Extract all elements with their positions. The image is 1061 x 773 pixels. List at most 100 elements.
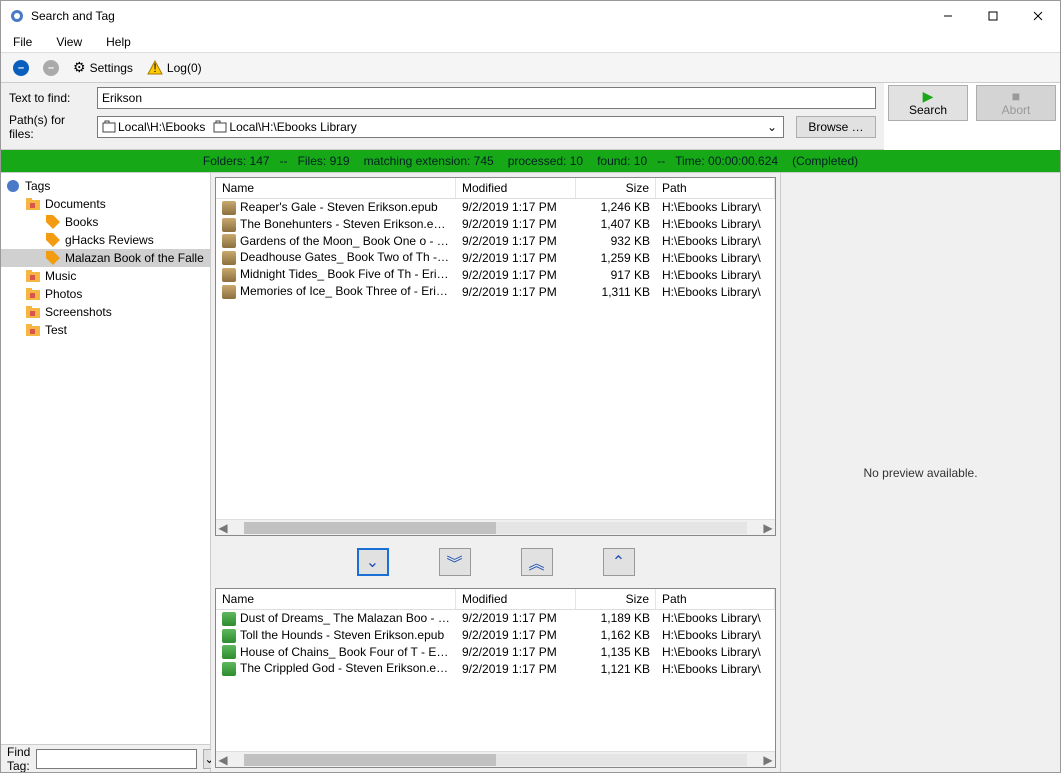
status-completed: (Completed) — [788, 154, 862, 168]
table-row[interactable]: Memories of Ice_ Book Three of - Erikson… — [216, 283, 775, 300]
move-down-button[interactable]: ⌄ — [357, 548, 389, 576]
table-row[interactable]: Dust of Dreams_ The Malazan Boo - Steven… — [216, 610, 775, 627]
maximize-button[interactable] — [970, 1, 1015, 31]
file-icon — [222, 201, 236, 215]
minimize-button[interactable] — [925, 1, 970, 31]
folder-icon — [25, 322, 41, 338]
tree-item-label: Documents — [45, 197, 106, 211]
table-row[interactable]: House of Chains_ Book Four of T - Erikso… — [216, 644, 775, 661]
status-files: Files: 919 — [294, 154, 354, 168]
search-area: Text to find: Path(s) for files: Local\H… — [1, 83, 1060, 150]
tree-item[interactable]: Test — [1, 321, 210, 339]
text-to-find-input[interactable] — [97, 87, 876, 109]
folder-icon — [25, 196, 41, 212]
paths-label: Path(s) for files: — [9, 113, 89, 141]
tag-tree: Tags Documents BooksgHacks Reviews Malazan… — [1, 173, 210, 744]
move-up-button[interactable]: ⌃ — [603, 548, 635, 576]
tree-root-tags[interactable]: Tags — [1, 177, 210, 195]
table-row[interactable]: The Bonehunters - Steven Erikson.epub9/2… — [216, 216, 775, 233]
table-row[interactable]: Deadhouse Gates_ Book Two of Th - Erikso… — [216, 249, 775, 266]
h-scrollbar-top[interactable]: ◀ ▶ — [216, 519, 775, 535]
path-icon — [102, 120, 116, 134]
col-header-modified-b[interactable]: Modified — [456, 589, 576, 609]
table-row[interactable]: Gardens of the Moon_ Book One o - Erikso… — [216, 233, 775, 250]
stop-icon: ■ — [1012, 89, 1020, 103]
menubar: File View Help — [1, 31, 1060, 53]
find-tag-bar: Find Tag: ⌄ — [1, 744, 210, 772]
tree-root-label: Tags — [25, 179, 50, 193]
find-tag-input[interactable] — [36, 749, 197, 769]
warning-icon: ! — [147, 60, 163, 76]
preview-text: No preview available. — [863, 466, 977, 480]
file-icon — [222, 218, 236, 232]
log-button[interactable]: ! Log(0) — [143, 58, 206, 78]
scroll-left-icon[interactable]: ◀ — [216, 753, 230, 767]
file-icon — [222, 234, 236, 248]
find-tag-label: Find Tag: — [7, 745, 30, 773]
minus-blue-icon: – — [13, 60, 29, 76]
col-header-path-b[interactable]: Path — [656, 589, 775, 609]
svg-text:!: ! — [153, 61, 156, 75]
tag-icon — [45, 214, 61, 230]
scroll-right-icon[interactable]: ▶ — [761, 753, 775, 767]
tree-item[interactable]: Screenshots — [1, 303, 210, 321]
preview-panel: No preview available. — [780, 173, 1060, 772]
menu-view[interactable]: View — [52, 33, 86, 51]
scroll-right-icon[interactable]: ▶ — [761, 521, 775, 535]
chevron-down-icon[interactable]: ⌄ — [763, 120, 781, 134]
settings-button[interactable]: ⚙Settings — [69, 57, 137, 78]
path-text-1: Local\H:\Ebooks — [118, 120, 205, 134]
file-icon — [222, 268, 236, 282]
search-button-label: Search — [909, 103, 947, 117]
tree-item[interactable]: Photos — [1, 285, 210, 303]
toolbar: – – ⚙Settings ! Log(0) — [1, 53, 1060, 83]
folder-icon — [25, 304, 41, 320]
tree-item[interactable]: gHacks Reviews — [1, 231, 210, 249]
col-header-name[interactable]: Name — [216, 178, 456, 198]
paths-combo[interactable]: Local\H:\Ebooks Local\H:\Ebooks Library … — [97, 116, 784, 138]
center-panel: Name Modified Size Path Reaper's Gale - … — [211, 173, 780, 772]
browse-button[interactable]: Browse … — [796, 116, 876, 138]
col-header-size-b[interactable]: Size — [576, 589, 656, 609]
table-row[interactable]: The Crippled God - Steven Erikson.epub9/… — [216, 660, 775, 677]
search-button[interactable]: ▶ Search — [888, 85, 968, 121]
tag-icon — [45, 232, 61, 248]
results-list-bottom: Name Modified Size Path Dust of Dreams_ … — [215, 588, 776, 768]
tree-item-label: Screenshots — [45, 305, 112, 319]
col-header-path[interactable]: Path — [656, 178, 775, 198]
folder-icon — [25, 268, 41, 284]
col-header-name-b[interactable]: Name — [216, 589, 456, 609]
tree-item-label: Test — [45, 323, 67, 337]
status-matching: matching extension: 745 — [360, 154, 498, 168]
menu-help[interactable]: Help — [102, 33, 135, 51]
move-all-up-button[interactable]: ︽ — [521, 548, 553, 576]
tags-icon — [5, 178, 21, 194]
path-icon — [213, 120, 227, 134]
gear-icon: ⚙ — [73, 59, 86, 76]
path-entry-2: Local\H:\Ebooks Library — [213, 120, 356, 134]
table-row[interactable]: Toll the Hounds - Steven Erikson.epub9/2… — [216, 627, 775, 644]
tool-collapse[interactable]: – — [9, 58, 33, 78]
move-buttons: ⌄ ︾ ︽ ⌃ — [211, 540, 780, 584]
titlebar: Search and Tag — [1, 1, 1060, 31]
scroll-left-icon[interactable]: ◀ — [216, 521, 230, 535]
path-text-2: Local\H:\Ebooks Library — [229, 120, 356, 134]
tree-item-label: Malazan Book of the Falle — [65, 251, 204, 265]
file-icon — [222, 612, 236, 626]
menu-file[interactable]: File — [9, 33, 36, 51]
col-header-size[interactable]: Size — [576, 178, 656, 198]
tree-item[interactable]: Documents — [1, 195, 210, 213]
table-row[interactable]: Reaper's Gale - Steven Erikson.epub9/2/2… — [216, 199, 775, 216]
tree-item[interactable]: Malazan Book of the Falle — [1, 249, 210, 267]
h-scrollbar-bottom[interactable]: ◀ ▶ — [216, 751, 775, 767]
file-icon — [222, 629, 236, 643]
tree-item[interactable]: Books — [1, 213, 210, 231]
move-all-down-button[interactable]: ︾ — [439, 548, 471, 576]
tag-icon — [45, 250, 61, 266]
col-header-modified[interactable]: Modified — [456, 178, 576, 198]
table-row[interactable]: Midnight Tides_ Book Five of Th - Erikso… — [216, 266, 775, 283]
tree-item[interactable]: Music — [1, 267, 210, 285]
file-icon — [222, 662, 236, 676]
close-button[interactable] — [1015, 1, 1060, 31]
tool-collapse-disabled: – — [39, 58, 63, 78]
